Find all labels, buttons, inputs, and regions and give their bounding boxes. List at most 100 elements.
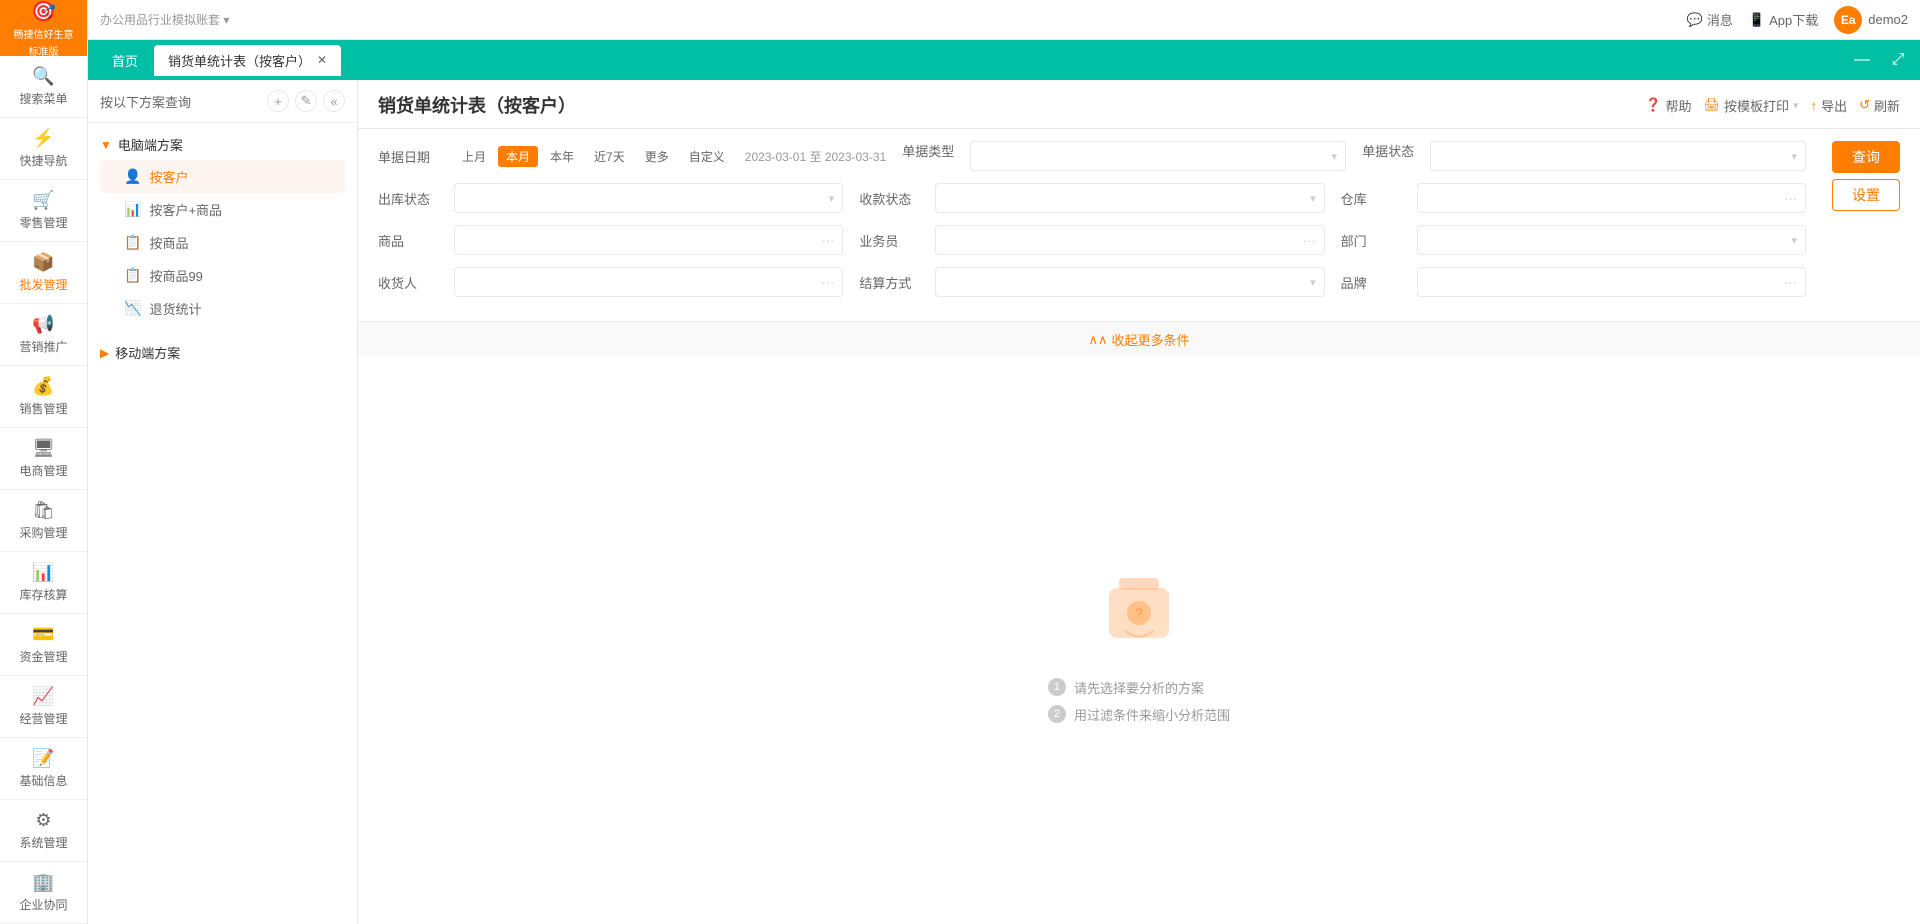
topbar: 办公用品行业模拟账套 ▾ 💬 消息 📱 App下载 Ea demo2: [88, 0, 1920, 40]
app-download-button[interactable]: 📱 App下载: [1749, 10, 1818, 29]
date-tab-last-month[interactable]: 上月: [454, 146, 494, 167]
sidebar-logo: 🎯 畅捷信好生意 标准版: [0, 0, 87, 56]
sidebar-item-label: 企业协同: [19, 896, 67, 913]
out-status-label: 出库状态: [378, 189, 438, 208]
template-print-button[interactable]: 🖨 按模板打印 ▾: [1704, 96, 1799, 115]
product-icon: 📋: [124, 234, 141, 251]
sidebar-item-system[interactable]: ⚙ 系统管理: [0, 800, 87, 862]
sidebar-item-wholesale[interactable]: 📦 批发管理: [0, 242, 87, 304]
right-panel: 销货单统计表（按客户） ❓ 帮助 🖨 按模板打印 ▾ ↑: [358, 80, 1920, 924]
salesperson-label: 业务员: [859, 231, 919, 250]
tab-maximize-button[interactable]: ⤢: [1884, 46, 1912, 74]
product-input[interactable]: ···: [454, 225, 843, 255]
date-tab-custom[interactable]: 自定义: [681, 146, 733, 167]
schema-item-by-product[interactable]: 📋 按商品: [100, 226, 345, 259]
query-button[interactable]: 查询: [1832, 141, 1900, 173]
sidebar-item-quick-nav[interactable]: ⚡ 快捷导航: [0, 118, 87, 180]
doc-status-dropdown-icon: ▾: [1791, 150, 1797, 163]
empty-hint-2: 2 用过滤条件来缩小分析范围: [1048, 705, 1230, 724]
payment-select[interactable]: ▾: [935, 267, 1324, 297]
sidebar-item-label: 电商管理: [19, 462, 67, 479]
collapse-panel-button[interactable]: «: [323, 90, 345, 112]
system-icon: ⚙: [35, 810, 51, 831]
sidebar-item-marketing[interactable]: 📢 营销推广: [0, 304, 87, 366]
filter-area: 单据日期 上月 本月 本年 近7天 更多 自定义 2023-03-01 至 20…: [358, 129, 1920, 321]
doc-status-select[interactable]: ▾: [1430, 141, 1806, 171]
search-icon: 🔍: [32, 66, 54, 87]
refresh-button[interactable]: ↺ 刷新: [1859, 96, 1900, 115]
settings-button[interactable]: 设置: [1832, 179, 1900, 211]
collect-status-dropdown-icon: ▾: [1310, 192, 1316, 205]
date-label: 单据日期: [378, 147, 438, 166]
schema-item-return-stats[interactable]: 📉 退货统计: [100, 292, 345, 325]
tab-sales-stats[interactable]: 销货单统计表（按客户） ✕: [154, 45, 341, 76]
collapse-bar[interactable]: ∧∧ 收起更多条件: [358, 321, 1920, 357]
date-tab-this-year[interactable]: 本年: [542, 146, 582, 167]
ecommerce-icon: 🖥: [32, 438, 55, 459]
doc-type-dropdown-icon: ▾: [1332, 150, 1338, 163]
sidebar-item-basic[interactable]: 📝 基础信息: [0, 738, 87, 800]
date-tab-7days[interactable]: 近7天: [586, 146, 633, 167]
edit-schema-button[interactable]: ✎: [295, 90, 317, 112]
topbar-actions: 💬 消息 📱 App下载 Ea demo2: [1687, 6, 1908, 34]
customer-icon: 👤: [124, 168, 141, 185]
schema-group-desktop-title[interactable]: ▼ 电脑端方案: [100, 129, 345, 160]
sidebar-item-search[interactable]: 🔍 搜索菜单: [0, 56, 87, 118]
brand-input[interactable]: ···: [1417, 267, 1806, 297]
collect-status-select[interactable]: ▾: [935, 183, 1324, 213]
empty-hint-1: 1 请先选择要分析的方案: [1048, 678, 1230, 697]
warehouse-input[interactable]: ···: [1417, 183, 1806, 213]
sidebar-item-label: 采购管理: [19, 524, 67, 541]
schema-item-by-customer-product[interactable]: 📊 按客户+商品: [100, 193, 345, 226]
payment-dropdown-icon: ▾: [1310, 276, 1316, 289]
help-button[interactable]: ❓ 帮助: [1645, 96, 1691, 115]
sidebar-item-enterprise[interactable]: 🏢 企业协同: [0, 862, 87, 924]
schema-group-desktop: ▼ 电脑端方案 👤 按客户 📊 按客户+商品 📋 按商品 📋 按商品: [88, 123, 357, 331]
print-icon: 🖨: [1704, 97, 1721, 113]
out-status-dropdown-icon: ▾: [829, 192, 835, 205]
sidebar-item-retail[interactable]: 🛒 零售管理: [0, 180, 87, 242]
sidebar-item-label: 快捷导航: [19, 152, 67, 169]
export-button[interactable]: ↑ 导出: [1811, 96, 1848, 115]
recipient-input[interactable]: ···: [454, 267, 843, 297]
main-area: 办公用品行业模拟账套 ▾ 💬 消息 📱 App下载 Ea demo2 首页: [88, 0, 1920, 924]
user-menu[interactable]: Ea demo2: [1834, 6, 1908, 34]
page-title-row: 销货单统计表（按客户） ❓ 帮助 🖨 按模板打印 ▾ ↑: [378, 92, 1900, 128]
marketing-icon: 📢: [32, 314, 54, 335]
customer-product-icon: 📊: [124, 201, 141, 218]
doc-type-select[interactable]: ▾: [970, 141, 1346, 171]
action-buttons: 查询 设置: [1832, 141, 1900, 211]
date-tab-more[interactable]: 更多: [637, 146, 677, 167]
basic-icon: 📝: [32, 748, 54, 769]
messages-button[interactable]: 💬 消息: [1687, 10, 1733, 29]
add-schema-button[interactable]: +: [267, 90, 289, 112]
date-tab-this-month[interactable]: 本月: [498, 146, 538, 167]
sidebar-item-label: 系统管理: [19, 834, 67, 851]
sidebar-item-operations[interactable]: 📈 经营管理: [0, 676, 87, 738]
out-status-select[interactable]: ▾: [454, 183, 843, 213]
sidebar-item-finance[interactable]: 💳 资金管理: [0, 614, 87, 676]
hint-num-2: 2: [1048, 705, 1066, 723]
empty-hints: 1 请先选择要分析的方案 2 用过滤条件来缩小分析范围: [1048, 678, 1230, 724]
filter-row-1: 单据日期 上月 本月 本年 近7天 更多 自定义 2023-03-01 至 20…: [378, 141, 1806, 171]
sidebar-item-label: 销售管理: [19, 400, 67, 417]
sidebar-item-ecommerce[interactable]: 🖥 电商管理: [0, 428, 87, 490]
sidebar-item-sales[interactable]: 💰 销售管理: [0, 366, 87, 428]
tab-minimize-button[interactable]: —: [1848, 46, 1876, 74]
empty-illustration: ?: [1089, 558, 1189, 658]
salesperson-input[interactable]: ···: [935, 225, 1324, 255]
sidebar-item-purchase[interactable]: 🛍 采购管理: [0, 490, 87, 552]
tabbar: 首页 销货单统计表（按客户） ✕ — ⤢: [88, 40, 1920, 80]
department-select[interactable]: ▾: [1417, 225, 1806, 255]
return-icon: 📉: [124, 300, 141, 317]
left-panel-title: 按以下方案查询: [100, 92, 259, 111]
tab-home[interactable]: 首页: [96, 45, 154, 76]
schema-item-by-product99[interactable]: 📋 按商品99: [100, 259, 345, 292]
sidebar-item-inventory[interactable]: 📊 库存核算: [0, 552, 87, 614]
warehouse-label: 仓库: [1341, 189, 1401, 208]
sidebar-item-label: 零售管理: [19, 214, 67, 231]
tab-close-icon[interactable]: ✕: [317, 53, 327, 67]
schema-item-by-customer[interactable]: 👤 按客户: [100, 160, 345, 193]
filter-row-2: 出库状态 ▾ 收款状态 ▾ 仓库: [378, 183, 1806, 213]
schema-group-mobile-title[interactable]: ▶ 移动端方案: [100, 337, 345, 368]
